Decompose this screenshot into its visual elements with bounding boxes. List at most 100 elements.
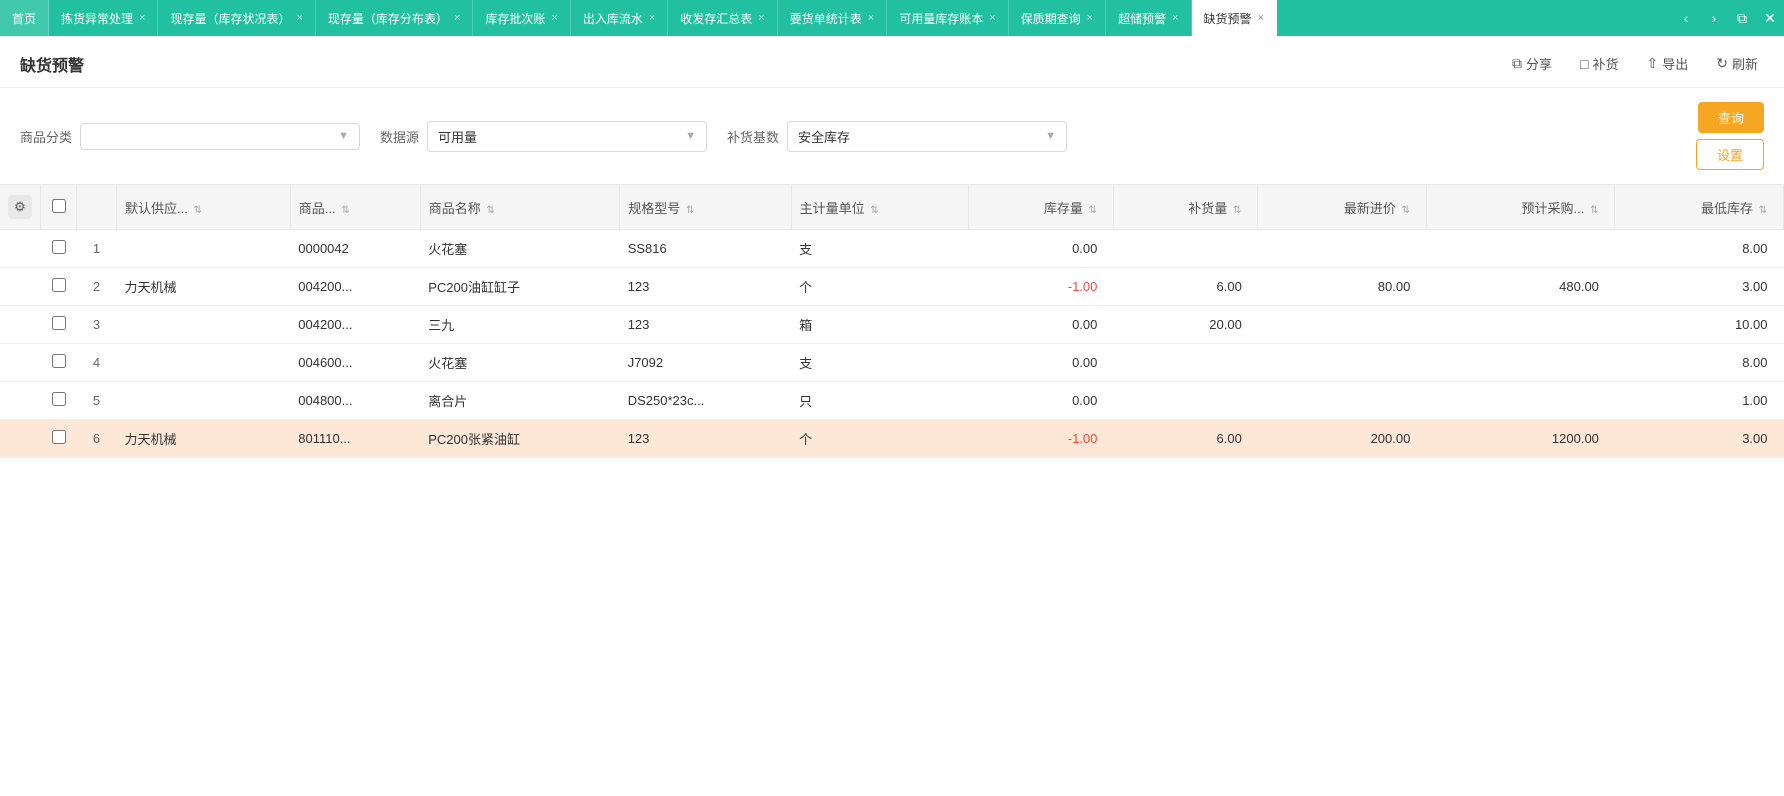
row-num: 2: [77, 268, 117, 306]
tab-batch-account[interactable]: 库存批次账 ×: [473, 0, 570, 36]
row-checkbox-5[interactable]: [52, 430, 66, 444]
close-tab-batch-account[interactable]: ×: [551, 12, 557, 24]
row-latest-price: 200.00: [1258, 420, 1427, 458]
sort-spec-icon: ⇅: [686, 205, 694, 216]
col-default-supplier: 默认供应... ⇅: [117, 185, 291, 230]
row-product-name: PC200张紧油缸: [420, 420, 619, 458]
row-replenish: [1113, 344, 1257, 382]
datasource-arrow-icon: ▼: [685, 130, 696, 142]
row-supplier: [117, 344, 291, 382]
close-tab-stock-dist[interactable]: ×: [454, 12, 460, 24]
col-latest-price: 最新进价 ⇅: [1258, 185, 1427, 230]
tab-restore-button[interactable]: ⧉: [1728, 0, 1756, 36]
row-latest-price: 80.00: [1258, 268, 1427, 306]
sort-replenish-icon: ⇅: [1233, 205, 1241, 216]
row-min-stock: 3.00: [1615, 420, 1784, 458]
close-tab-expiry-query[interactable]: ×: [1087, 12, 1093, 24]
tab-controls: ‹ › ⧉ ✕: [1672, 0, 1784, 36]
close-tab-shortage[interactable]: ×: [1258, 12, 1264, 24]
row-product-name: 火花塞: [420, 230, 619, 268]
close-tab-avail-ledger[interactable]: ×: [989, 12, 995, 24]
row-settings: [0, 382, 41, 420]
row-spec: 123: [620, 420, 791, 458]
tab-avail-ledger[interactable]: 可用量库存账本 ×: [887, 0, 1008, 36]
row-product-name: 离合片: [420, 382, 619, 420]
close-tab-overstock[interactable]: ×: [1172, 12, 1178, 24]
col-settings: ⚙: [0, 185, 41, 230]
close-tab-order-stat[interactable]: ×: [868, 12, 874, 24]
tab-close-button[interactable]: ✕: [1756, 0, 1784, 36]
col-spec: 规格型号 ⇅: [620, 185, 791, 230]
row-num: 1: [77, 230, 117, 268]
header-actions: ⧉ 分享 □ 补货 ⇧ 导出 ↻ 刷新: [1506, 50, 1764, 77]
col-stock: 库存量 ⇅: [969, 185, 1113, 230]
sort-stock-icon: ⇅: [1088, 205, 1096, 216]
category-arrow-icon: ▼: [338, 130, 349, 142]
datasource-label: 数据源: [380, 127, 419, 146]
close-tab-recv-summary[interactable]: ×: [758, 12, 764, 24]
row-num: 6: [77, 420, 117, 458]
refresh-button[interactable]: ↻ 刷新: [1710, 50, 1764, 77]
share-button[interactable]: ⧉ 分享: [1506, 50, 1558, 77]
row-unit: 支: [791, 344, 969, 382]
settings-button[interactable]: 设置: [1696, 139, 1764, 170]
close-tab-inout-flow[interactable]: ×: [649, 12, 655, 24]
row-product-name: PC200油缸缸子: [420, 268, 619, 306]
sort-supplier-icon: ⇅: [193, 205, 201, 216]
replenish-base-value: 安全库存: [798, 127, 850, 146]
table-header-row: ⚙ 默认供应... ⇅ 商品... ⇅ 商品名称: [0, 185, 1784, 230]
row-spec: J7092: [620, 344, 791, 382]
replenish-base-label: 补货基数: [727, 127, 779, 146]
column-settings-icon[interactable]: ⚙: [8, 195, 32, 219]
col-estimated-purchase: 预计采购... ⇅: [1426, 185, 1615, 230]
datasource-select[interactable]: 可用量 ▼: [427, 121, 707, 152]
row-latest-price: [1258, 230, 1427, 268]
row-latest-price: [1258, 306, 1427, 344]
tab-prev-button[interactable]: ‹: [1672, 0, 1700, 36]
tab-next-button[interactable]: ›: [1700, 0, 1728, 36]
table-row: 2 力天机械 004200... PC200油缸缸子 123 个 -1.00 6…: [0, 268, 1784, 306]
close-tab-defect-proc[interactable]: ×: [139, 12, 145, 24]
close-tab-stock-status[interactable]: ×: [296, 12, 302, 24]
row-estimated-purchase: [1426, 230, 1615, 268]
row-num: 4: [77, 344, 117, 382]
row-checkbox-2[interactable]: [52, 316, 66, 330]
replenish-button[interactable]: □ 补货: [1574, 50, 1624, 77]
row-checkbox-4[interactable]: [52, 392, 66, 406]
row-spec: 123: [620, 268, 791, 306]
tab-expiry-query[interactable]: 保质期查询 ×: [1009, 0, 1106, 36]
row-unit: 只: [791, 382, 969, 420]
tab-defect-proc[interactable]: 拣货异常处理 ×: [49, 0, 158, 36]
tab-order-stat[interactable]: 要货单统计表 ×: [778, 0, 887, 36]
tab-home[interactable]: 首页: [0, 0, 49, 36]
category-select[interactable]: ▼: [80, 123, 360, 150]
filter-bar: 商品分类 ▼ 数据源 可用量 ▼ 补货基数 安全库存 ▼ 查询 设置: [0, 88, 1784, 184]
row-product-code: 004200...: [290, 306, 420, 344]
row-min-stock: 8.00: [1615, 344, 1784, 382]
row-spec: 123: [620, 306, 791, 344]
row-stock: 0.00: [969, 382, 1113, 420]
row-replenish: 6.00: [1113, 420, 1257, 458]
row-replenish: [1113, 382, 1257, 420]
tab-shortage[interactable]: 缺货预警 ×: [1192, 0, 1277, 36]
tab-bar: 首页 拣货异常处理 × 现存量（库存状况表） × 现存量（库存分布表） × 库存…: [0, 0, 1784, 36]
select-all-checkbox[interactable]: [52, 199, 66, 213]
tab-stock-status[interactable]: 现存量（库存状况表） ×: [158, 0, 315, 36]
tab-recv-summary[interactable]: 收发存汇总表 ×: [668, 0, 777, 36]
query-button[interactable]: 查询: [1698, 102, 1764, 133]
row-settings: [0, 230, 41, 268]
export-button[interactable]: ⇧ 导出: [1641, 50, 1695, 77]
page-header: 缺货预警 ⧉ 分享 □ 补货 ⇧ 导出 ↻ 刷新: [0, 36, 1784, 88]
tab-inout-flow[interactable]: 出入库流水 ×: [571, 0, 668, 36]
tab-overstock[interactable]: 超储预警 ×: [1106, 0, 1191, 36]
row-checkbox-0[interactable]: [52, 240, 66, 254]
row-supplier: 力天机械: [117, 268, 291, 306]
sort-estimated-icon: ⇅: [1590, 205, 1598, 216]
replenish-base-select[interactable]: 安全库存 ▼: [787, 121, 1067, 152]
tab-stock-dist[interactable]: 现存量（库存分布表） ×: [316, 0, 473, 36]
row-checkbox-3[interactable]: [52, 354, 66, 368]
row-min-stock: 3.00: [1615, 268, 1784, 306]
row-spec: DS250*23c...: [620, 382, 791, 420]
row-latest-price: [1258, 382, 1427, 420]
row-checkbox-1[interactable]: [52, 278, 66, 292]
